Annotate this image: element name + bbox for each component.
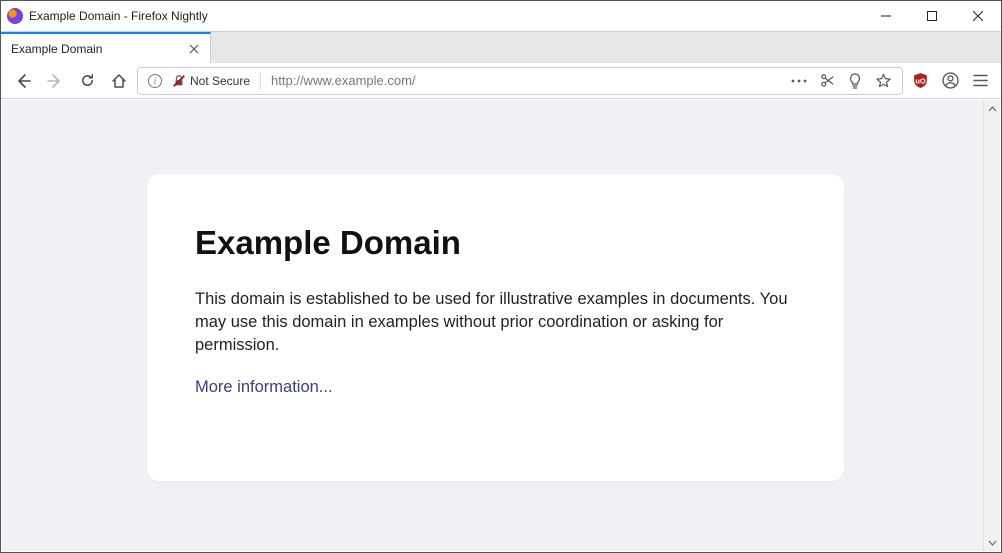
hamburger-icon [973,74,988,87]
insecure-lock-icon [172,74,186,88]
account-icon [942,72,959,89]
firefox-nightly-icon [7,8,23,24]
page-paragraph: This domain is established to be used fo… [195,288,795,356]
shield-icon: uO [912,72,929,89]
ellipsis-icon [791,79,807,83]
close-icon [973,11,983,21]
page-card: Example Domain This domain is establishe… [147,174,844,481]
screenshot-button[interactable] [814,68,840,94]
chevron-down-icon [988,540,997,546]
reload-icon [80,73,95,88]
lightbulb-icon [848,73,862,89]
urlbar-separator [260,72,261,90]
app-menu-button[interactable] [967,68,993,94]
reload-button[interactable] [73,67,101,95]
star-icon [876,73,891,88]
bookmark-button[interactable] [870,68,896,94]
arrow-left-icon [15,73,31,89]
tab-active[interactable]: Example Domain [1,32,211,63]
window-close-button[interactable] [955,1,1001,31]
page-heading: Example Domain [195,224,796,262]
tab-strip: Example Domain [1,31,1001,63]
content-viewport: Example Domain This domain is establishe… [2,100,1000,551]
window-maximize-button[interactable] [909,1,955,31]
suggestions-button[interactable] [842,68,868,94]
maximize-icon [927,11,937,21]
back-button[interactable] [9,67,37,95]
close-icon [189,44,199,54]
info-icon: i [148,74,162,88]
scroll-down-button[interactable] [984,534,1000,551]
page-actions-button[interactable] [786,68,812,94]
svg-text:uO: uO [915,77,926,86]
forward-button[interactable] [41,67,69,95]
site-info-button[interactable]: i [142,70,168,92]
url-bar[interactable]: i Not Secure [137,67,903,95]
window-title: Example Domain - Firefox Nightly [29,9,208,23]
security-indicator[interactable]: Not Secure [172,70,256,92]
scroll-up-button[interactable] [984,100,1000,117]
window-minimize-button[interactable] [863,1,909,31]
more-information-link[interactable]: More information... [195,378,333,396]
scissors-icon [820,73,835,88]
home-icon [111,73,127,89]
navigation-toolbar: i Not Secure uO [1,63,1001,99]
tab-label: Example Domain [11,42,102,56]
url-input[interactable] [265,73,782,88]
home-button[interactable] [105,67,133,95]
chevron-up-icon [988,106,997,112]
window-titlebar: Example Domain - Firefox Nightly [1,1,1001,31]
tab-close-button[interactable] [186,41,202,57]
minimize-icon [881,11,891,21]
security-label: Not Secure [190,74,250,88]
ublock-button[interactable]: uO [907,68,933,94]
account-button[interactable] [937,68,963,94]
arrow-right-icon [47,73,63,89]
vertical-scrollbar[interactable] [983,100,1000,551]
